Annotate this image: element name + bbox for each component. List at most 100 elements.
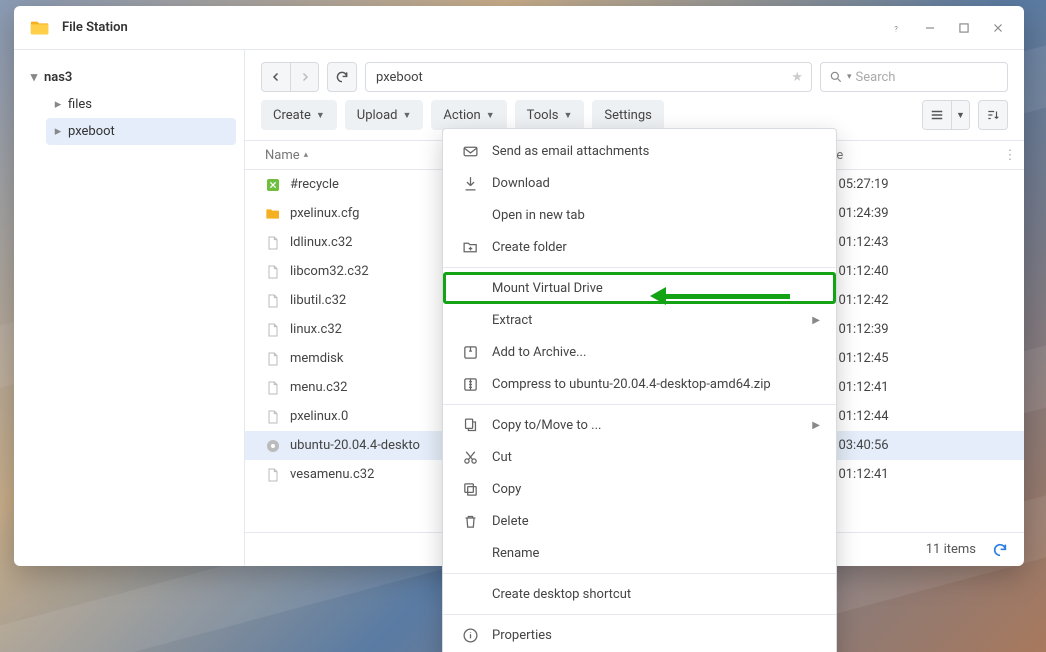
maximize-button[interactable] (952, 16, 976, 40)
file-icon (265, 467, 281, 483)
menu-item-label: Create folder (492, 240, 567, 255)
search-placeholder: Search (856, 70, 896, 85)
menu-item[interactable]: Rename (443, 537, 836, 569)
file-name: #recycle (290, 177, 339, 192)
menu-item[interactable]: Copy (443, 473, 836, 505)
menu-item[interactable]: Send as email attachments (443, 135, 836, 167)
file-icon (265, 322, 281, 338)
cut-icon (461, 448, 479, 466)
sort-button[interactable] (978, 100, 1008, 130)
item-count: 11 items (926, 542, 976, 557)
copy-icon (461, 416, 479, 434)
action-button[interactable]: Action▼ (431, 100, 506, 130)
file-name: linux.c32 (290, 322, 342, 337)
blank-icon (461, 585, 479, 603)
blank-icon (461, 311, 479, 329)
file-name: libcom32.c32 (290, 264, 369, 279)
file-icon (265, 235, 281, 251)
caret-right-icon: ▸ (54, 101, 62, 109)
file-icon (265, 409, 281, 425)
blank-icon (461, 206, 479, 224)
tree-item-files[interactable]: ▸ files (46, 91, 236, 118)
menu-item[interactable]: Create desktop shortcut (443, 578, 836, 610)
help-button[interactable]: ? (884, 16, 908, 40)
menu-separator (443, 614, 836, 615)
copy2-icon (461, 480, 479, 498)
context-menu: Send as email attachments Download Open in… (442, 128, 837, 652)
titlebar: File Station ? (14, 6, 1024, 50)
menu-separator (443, 267, 836, 268)
menu-item[interactable]: Extract▶ (443, 304, 836, 336)
menu-item[interactable]: Add to Archive... (443, 336, 836, 368)
menu-separator (443, 573, 836, 574)
favorite-icon[interactable]: ★ (791, 70, 803, 85)
compress-icon (461, 375, 479, 393)
menu-item[interactable]: Open in new tab (443, 199, 836, 231)
close-button[interactable] (986, 16, 1010, 40)
app-title: File Station (62, 20, 874, 35)
app-icon (28, 16, 52, 40)
file-icon (265, 380, 281, 396)
menu-item[interactable]: Properties (443, 619, 836, 651)
mail-icon (461, 142, 479, 160)
forward-button[interactable] (290, 63, 318, 91)
trash-icon (461, 512, 479, 530)
list-view-button[interactable] (923, 101, 951, 129)
menu-item[interactable]: Delete (443, 505, 836, 537)
search-icon (829, 70, 843, 84)
menu-item-label: Add to Archive... (492, 345, 586, 360)
file-icon (265, 438, 281, 454)
path-field[interactable]: pxeboot ★ (365, 62, 812, 92)
archive-icon (461, 343, 479, 361)
tree-root[interactable]: ▾ nas3 (22, 64, 236, 91)
menu-item-label: Copy to/Move to ... (492, 418, 601, 433)
submenu-icon: ▶ (812, 420, 820, 431)
menu-item[interactable]: Mount Virtual Drive (443, 272, 836, 304)
status-refresh-button[interactable] (992, 542, 1008, 558)
menu-item-label: Send as email attachments (492, 144, 649, 159)
menu-item-label: Rename (492, 546, 539, 561)
refresh-button[interactable] (327, 62, 357, 92)
back-button[interactable] (262, 63, 290, 91)
menu-item[interactable]: Compress to ubuntu-20.04.4-desktop-amd64… (443, 368, 836, 400)
newfolder-icon (461, 238, 479, 256)
view-dropdown-button[interactable]: ▼ (951, 101, 969, 129)
menu-item[interactable]: Cut (443, 441, 836, 473)
view-group: ▼ (922, 100, 970, 130)
settings-button[interactable]: Settings (592, 100, 663, 130)
column-menu-button[interactable]: ⋮ (996, 148, 1024, 163)
tree-root-label: nas3 (44, 70, 72, 85)
file-icon (265, 177, 281, 193)
toolbar-nav: pxeboot ★ ▾ Search (245, 50, 1024, 100)
svg-text:?: ? (894, 24, 898, 33)
search-field[interactable]: ▾ Search (820, 62, 1008, 92)
menu-item-label: Copy (492, 482, 521, 497)
caret-right-icon: ▸ (54, 128, 62, 136)
file-name: libutil.c32 (290, 293, 346, 308)
menu-item[interactable]: Download (443, 167, 836, 199)
file-name: vesamenu.c32 (290, 467, 374, 482)
upload-button[interactable]: Upload▼ (345, 100, 424, 130)
minimize-button[interactable] (918, 16, 942, 40)
sidebar: ▾ nas3 ▸ files ▸ pxeboot (14, 50, 245, 566)
menu-item[interactable]: Copy to/Move to ... ▶ (443, 409, 836, 441)
file-name: menu.c32 (290, 380, 347, 395)
menu-item[interactable]: Create folder (443, 231, 836, 263)
menu-item-label: Mount Virtual Drive (492, 281, 603, 296)
tree-item-pxeboot[interactable]: ▸ pxeboot (46, 118, 236, 145)
blank-icon (461, 544, 479, 562)
tree-item-label: pxeboot (68, 124, 115, 139)
file-name: ldlinux.c32 (290, 235, 352, 250)
file-icon (265, 351, 281, 367)
menu-item-label: Download (492, 176, 550, 191)
tree-item-label: files (68, 97, 92, 112)
menu-item-label: Create desktop shortcut (492, 587, 631, 602)
file-name: memdisk (290, 351, 344, 366)
blank-icon (461, 279, 479, 297)
caret-down-icon: ▾ (30, 74, 38, 82)
submenu-icon: ▶ (812, 315, 820, 326)
tools-button[interactable]: Tools▼ (515, 100, 585, 130)
create-button[interactable]: Create▼ (261, 100, 337, 130)
file-icon (265, 206, 281, 222)
download-icon (461, 174, 479, 192)
